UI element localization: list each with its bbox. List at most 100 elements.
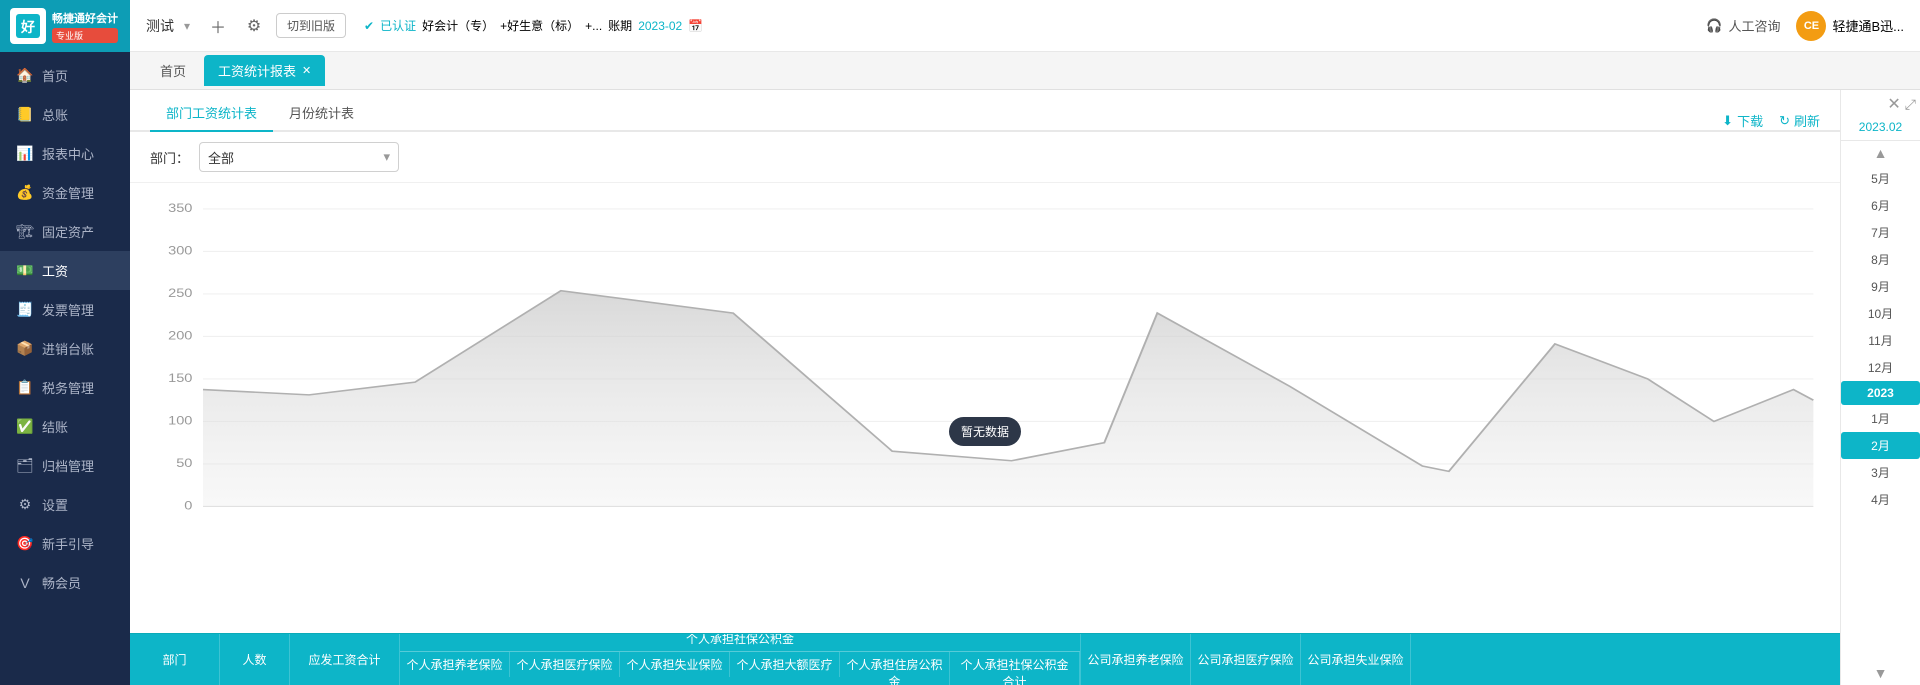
- th-count: 人数: [220, 634, 290, 685]
- date-month-8[interactable]: 8月: [1841, 246, 1920, 273]
- date-month-12[interactable]: 12月: [1841, 354, 1920, 381]
- sidebar-item-ledger[interactable]: 📒 总账: [0, 95, 130, 134]
- refresh-button[interactable]: ↻ 刷新: [1779, 111, 1820, 130]
- sidebar-item-salary[interactable]: 💵 工资: [0, 251, 130, 290]
- vip-icon: V: [16, 575, 34, 591]
- home-icon: 🏠: [16, 67, 34, 84]
- date-month-6[interactable]: 6月: [1841, 192, 1920, 219]
- ledger-icon: 📒: [16, 106, 34, 123]
- guide-icon: 🎯: [16, 535, 34, 552]
- date-year-2023[interactable]: 2023: [1841, 381, 1920, 405]
- add-button[interactable]: ＋: [204, 12, 232, 40]
- svg-text:350: 350: [168, 202, 192, 215]
- help-label: 人工咨询: [1728, 16, 1780, 35]
- settings-button[interactable]: ⚙: [240, 12, 268, 40]
- date-month-4[interactable]: 4月: [1841, 486, 1920, 513]
- sidebar-item-assets[interactable]: 🏗 固定资产: [0, 212, 130, 251]
- right-date-panel: ✕ ⤢ 2023.02 ▲ 5月 6月 7月 8月 9月 10月 11月 12月…: [1840, 90, 1920, 685]
- sub-tab-month[interactable]: 月份统计表: [273, 95, 370, 132]
- assets-icon: 🏗: [16, 223, 34, 240]
- avatar: CE: [1796, 11, 1826, 41]
- svg-text:300: 300: [168, 244, 192, 257]
- sidebar-item-label: 税务管理: [42, 378, 94, 397]
- panel-expand-button[interactable]: ⤢: [1905, 94, 1916, 114]
- panel-close-button[interactable]: ✕: [1887, 94, 1900, 114]
- reports-icon: 📊: [16, 145, 34, 162]
- dept-select[interactable]: 全部 ▾: [199, 142, 399, 172]
- sidebar-item-funds[interactable]: 💰 资金管理: [0, 173, 130, 212]
- svg-text:50: 50: [176, 457, 192, 470]
- tax-icon: 📋: [16, 379, 34, 396]
- sidebar-item-label: 发票管理: [42, 300, 94, 319]
- date-month-9[interactable]: 9月: [1841, 273, 1920, 300]
- sidebar-item-purchase[interactable]: 📦 进销台账: [0, 329, 130, 368]
- tab-close-icon[interactable]: ✕: [302, 64, 311, 77]
- archive-icon: 🗂: [16, 457, 34, 474]
- date-down-button[interactable]: ▼: [1841, 661, 1920, 685]
- tab-salary-report[interactable]: 工资统计报表 ✕: [204, 55, 325, 86]
- topbar: 测试 ▾ ＋ ⚙ 切到旧版 ✔ 已认证 好会计（专） +好生意（标） +... …: [130, 0, 1920, 52]
- help-button[interactable]: 🎧 人工咨询: [1706, 16, 1780, 35]
- sub-tab-month-label: 月份统计表: [289, 106, 354, 121]
- sidebar-item-label: 畅会员: [42, 573, 81, 592]
- refresh-icon: ↻: [1779, 113, 1790, 129]
- date-month-2[interactable]: 2月: [1841, 432, 1920, 459]
- tabs-bar: 首页 工资统计报表 ✕: [130, 52, 1920, 90]
- refresh-label: 刷新: [1794, 111, 1820, 130]
- dept-label: 部门：: [150, 148, 189, 167]
- th-personal-group-label: 个人承担社保公积金: [400, 633, 1080, 652]
- sub-tab-dept[interactable]: 部门工资统计表: [150, 95, 273, 132]
- sidebar-item-home[interactable]: 🏠 首页: [0, 56, 130, 95]
- headset-icon: 🎧: [1706, 18, 1722, 34]
- th-personal-pension: 个人承担养老保险: [400, 652, 510, 677]
- tab-home[interactable]: 首页: [146, 55, 200, 86]
- select-arrow-icon: ▾: [383, 149, 390, 165]
- salary-icon: 💵: [16, 262, 34, 279]
- topbar-status: ✔ 已认证 好会计（专） +好生意（标） +... 账期 2023-02 📅: [364, 17, 703, 34]
- date-month-7[interactable]: 7月: [1841, 219, 1920, 246]
- date-month-1[interactable]: 1月: [1841, 405, 1920, 432]
- edition-badge: 专业版: [52, 28, 118, 43]
- sidebar-item-reports[interactable]: 📊 报表中心: [0, 134, 130, 173]
- download-button[interactable]: ⬇ 下载: [1722, 111, 1763, 130]
- date-month-5[interactable]: 5月: [1841, 165, 1920, 192]
- user-menu[interactable]: CE 轻捷通B迅...: [1796, 11, 1904, 41]
- period-value: 2023-02: [638, 19, 682, 33]
- sidebar-item-invoice[interactable]: 🧾 发票管理: [0, 290, 130, 329]
- svg-text:250: 250: [168, 287, 192, 300]
- sidebar-item-settings[interactable]: ⚙ 设置: [0, 485, 130, 524]
- sidebar-item-tax[interactable]: 📋 税务管理: [0, 368, 130, 407]
- settle-icon: ✅: [16, 418, 34, 435]
- certified-label: 已认证: [380, 17, 416, 34]
- main-panel: 部门工资统计表 月份统计表 ⬇ 下载 ↻ 刷新 部门：: [130, 90, 1840, 685]
- sidebar-item-settle[interactable]: ✅ 结账: [0, 407, 130, 446]
- date-month-11[interactable]: 11月: [1841, 327, 1920, 354]
- sidebar-item-vip[interactable]: V 畅会员: [0, 563, 130, 602]
- sidebar-item-guide[interactable]: 🎯 新手引导: [0, 524, 130, 563]
- sidebar-item-label: 新手引导: [42, 534, 94, 553]
- settings-icon: ⚙: [16, 496, 34, 513]
- dept-value: 全部: [208, 148, 234, 167]
- main-content: 测试 ▾ ＋ ⚙ 切到旧版 ✔ 已认证 好会计（专） +好生意（标） +... …: [130, 0, 1920, 685]
- date-up-button[interactable]: ▲: [1841, 141, 1920, 165]
- date-month-10[interactable]: 10月: [1841, 300, 1920, 327]
- th-personal-medical: 个人承担医疗保险: [510, 652, 620, 677]
- sidebar-item-archive[interactable]: 🗂 归档管理: [0, 446, 130, 485]
- topbar-actions: ＋ ⚙ 切到旧版: [204, 12, 346, 40]
- date-panel-year[interactable]: 2023.02: [1841, 114, 1920, 141]
- tab-home-label: 首页: [160, 61, 186, 80]
- sidebar-item-label: 资金管理: [42, 183, 94, 202]
- date-month-3[interactable]: 3月: [1841, 459, 1920, 486]
- toolbar-left: 部门： 全部 ▾: [150, 142, 399, 172]
- sidebar-item-label: 固定资产: [42, 222, 94, 241]
- calendar-icon[interactable]: 📅: [688, 19, 703, 33]
- download-icon: ⬇: [1722, 113, 1733, 129]
- dropdown-arrow-icon[interactable]: ▾: [184, 19, 190, 33]
- funds-icon: 💰: [16, 184, 34, 201]
- svg-text:0: 0: [184, 499, 192, 512]
- switch-version-button[interactable]: 切到旧版: [276, 13, 346, 38]
- sidebar: 好 畅捷通好会计 专业版 🏠 首页 📒 总账 📊 报表中心 💰 资金管理 🏗 固…: [0, 0, 130, 685]
- logo-text: 畅捷通好会计: [52, 10, 118, 26]
- sidebar-item-label: 首页: [42, 66, 68, 85]
- sidebar-logo: 好 畅捷通好会计 专业版: [0, 0, 130, 52]
